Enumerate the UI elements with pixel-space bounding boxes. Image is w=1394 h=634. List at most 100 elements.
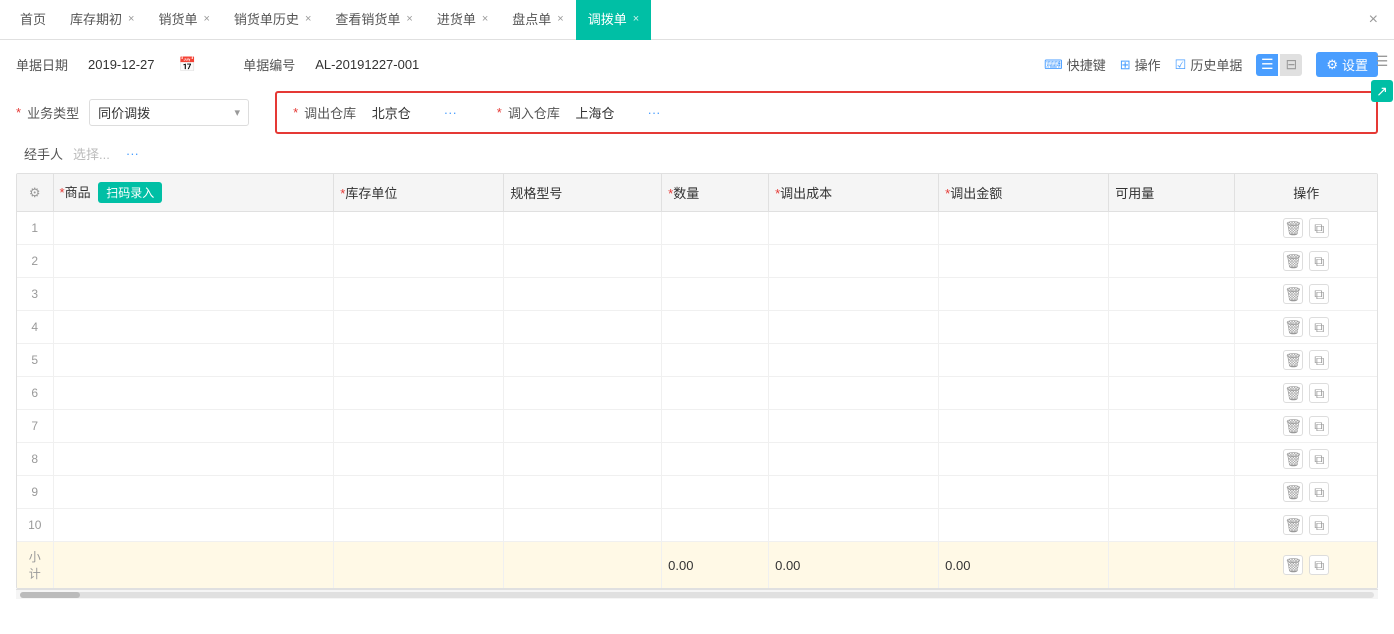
- spec-cell-10[interactable]: [504, 509, 662, 542]
- delete-button-8[interactable]: 🗑: [1283, 449, 1303, 469]
- tab-view-sales[interactable]: 查看销货单 ×: [323, 0, 424, 40]
- qty-cell-1[interactable]: [662, 212, 769, 245]
- qty-cell-5[interactable]: [662, 344, 769, 377]
- available-cell-8[interactable]: [1109, 443, 1235, 476]
- spec-cell-6[interactable]: [504, 377, 662, 410]
- cost-cell-3[interactable]: [769, 278, 939, 311]
- qty-cell-4[interactable]: [662, 311, 769, 344]
- delete-button-2[interactable]: 🗑: [1283, 251, 1303, 271]
- amount-cell-7[interactable]: [939, 410, 1109, 443]
- unit-cell-9[interactable]: [334, 476, 504, 509]
- spec-cell-5[interactable]: [504, 344, 662, 377]
- copy-button-3[interactable]: ⧉: [1309, 284, 1329, 304]
- delete-button-9[interactable]: 🗑: [1283, 482, 1303, 502]
- available-cell-2[interactable]: [1109, 245, 1235, 278]
- copy-button-1[interactable]: ⧉: [1309, 218, 1329, 238]
- tab-close-stocktake[interactable]: ×: [557, 13, 563, 25]
- spec-cell-8[interactable]: [504, 443, 662, 476]
- tab-close-sales-order[interactable]: ×: [203, 13, 209, 25]
- unit-cell-7[interactable]: [334, 410, 504, 443]
- unit-cell-5[interactable]: [334, 344, 504, 377]
- product-cell-10[interactable]: [53, 509, 334, 542]
- tab-inventory-init[interactable]: 库存期初 ×: [58, 0, 146, 40]
- product-cell-6[interactable]: [53, 377, 334, 410]
- delete-button-11[interactable]: 🗑: [1283, 555, 1303, 575]
- calendar-icon[interactable]: 📅: [179, 56, 196, 73]
- amount-cell-3[interactable]: [939, 278, 1109, 311]
- delete-button-5[interactable]: 🗑: [1283, 350, 1303, 370]
- unit-cell-8[interactable]: [334, 443, 504, 476]
- available-cell-6[interactable]: [1109, 377, 1235, 410]
- scroll-thumb[interactable]: [20, 592, 80, 598]
- cost-cell-9[interactable]: [769, 476, 939, 509]
- tab-close-transfer[interactable]: ×: [633, 13, 639, 25]
- amount-cell-4[interactable]: [939, 311, 1109, 344]
- amount-cell-2[interactable]: [939, 245, 1109, 278]
- cost-cell-7[interactable]: [769, 410, 939, 443]
- tab-close-view-sales[interactable]: ×: [406, 13, 412, 25]
- copy-button-9[interactable]: ⧉: [1309, 482, 1329, 502]
- qty-cell-10[interactable]: [662, 509, 769, 542]
- sidebar-export-icon[interactable]: ↗: [1371, 80, 1393, 102]
- amount-cell-8[interactable]: [939, 443, 1109, 476]
- product-cell-2[interactable]: [53, 245, 334, 278]
- product-cell-4[interactable]: [53, 311, 334, 344]
- delete-button-1[interactable]: 🗑: [1283, 218, 1303, 238]
- delete-button-10[interactable]: 🗑: [1283, 515, 1303, 535]
- tab-sales-history[interactable]: 销货单历史 ×: [222, 0, 323, 40]
- amount-cell-6[interactable]: [939, 377, 1109, 410]
- spec-cell-1[interactable]: [504, 212, 662, 245]
- settings-button[interactable]: ⚙ 设置: [1316, 52, 1378, 77]
- unit-cell-4[interactable]: [334, 311, 504, 344]
- transfer-in-value[interactable]: 上海仓: [575, 103, 635, 122]
- delete-button-7[interactable]: 🗑: [1283, 416, 1303, 436]
- unit-cell-3[interactable]: [334, 278, 504, 311]
- amount-cell-1[interactable]: [939, 212, 1109, 245]
- qty-cell-7[interactable]: [662, 410, 769, 443]
- cost-cell-8[interactable]: [769, 443, 939, 476]
- tab-stocktake[interactable]: 盘点单 ×: [500, 0, 575, 40]
- qty-cell-9[interactable]: [662, 476, 769, 509]
- cost-cell-2[interactable]: [769, 245, 939, 278]
- product-cell-1[interactable]: [53, 212, 334, 245]
- spec-cell-3[interactable]: [504, 278, 662, 311]
- unit-cell-6[interactable]: [334, 377, 504, 410]
- qty-cell-8[interactable]: [662, 443, 769, 476]
- history-button[interactable]: ☑ 历史单据: [1175, 55, 1243, 74]
- amount-cell-10[interactable]: [939, 509, 1109, 542]
- tab-purchase-order[interactable]: 进货单 ×: [425, 0, 500, 40]
- copy-button-6[interactable]: ⧉: [1309, 383, 1329, 403]
- shortcut-button[interactable]: ⌨ 快捷键: [1044, 55, 1106, 74]
- tab-close-sales-history[interactable]: ×: [305, 13, 311, 25]
- table-settings-header[interactable]: ⚙: [17, 174, 53, 212]
- scan-button[interactable]: 扫码录入: [98, 182, 162, 203]
- tab-transfer[interactable]: 调拨单 ×: [576, 0, 651, 40]
- list-view-button[interactable]: ☰: [1256, 54, 1278, 76]
- tab-close-inventory-init[interactable]: ×: [128, 13, 134, 25]
- available-cell-10[interactable]: [1109, 509, 1235, 542]
- copy-button-8[interactable]: ⧉: [1309, 449, 1329, 469]
- amount-cell-5[interactable]: [939, 344, 1109, 377]
- delete-button-6[interactable]: 🗑: [1283, 383, 1303, 403]
- unit-cell-10[interactable]: [334, 509, 504, 542]
- transfer-out-value[interactable]: 北京仓: [372, 103, 432, 122]
- operation-button[interactable]: ⊞ 操作: [1120, 55, 1161, 74]
- spec-cell-7[interactable]: [504, 410, 662, 443]
- spec-cell-9[interactable]: [504, 476, 662, 509]
- available-cell-3[interactable]: [1109, 278, 1235, 311]
- delete-button-4[interactable]: 🗑: [1283, 317, 1303, 337]
- window-close-button[interactable]: ×: [1361, 11, 1386, 29]
- person-select[interactable]: 选择...: [73, 144, 110, 163]
- copy-button-11[interactable]: ⧉: [1309, 555, 1329, 575]
- tab-home[interactable]: 首页: [8, 0, 58, 40]
- available-cell-4[interactable]: [1109, 311, 1235, 344]
- unit-cell-1[interactable]: [334, 212, 504, 245]
- amount-cell-9[interactable]: [939, 476, 1109, 509]
- cost-cell-6[interactable]: [769, 377, 939, 410]
- horizontal-scrollbar[interactable]: [16, 589, 1378, 599]
- qty-cell-2[interactable]: [662, 245, 769, 278]
- available-cell-7[interactable]: [1109, 410, 1235, 443]
- qty-cell-3[interactable]: [662, 278, 769, 311]
- cost-cell-4[interactable]: [769, 311, 939, 344]
- business-type-dropdown[interactable]: 同价调拨 ▾: [89, 99, 249, 126]
